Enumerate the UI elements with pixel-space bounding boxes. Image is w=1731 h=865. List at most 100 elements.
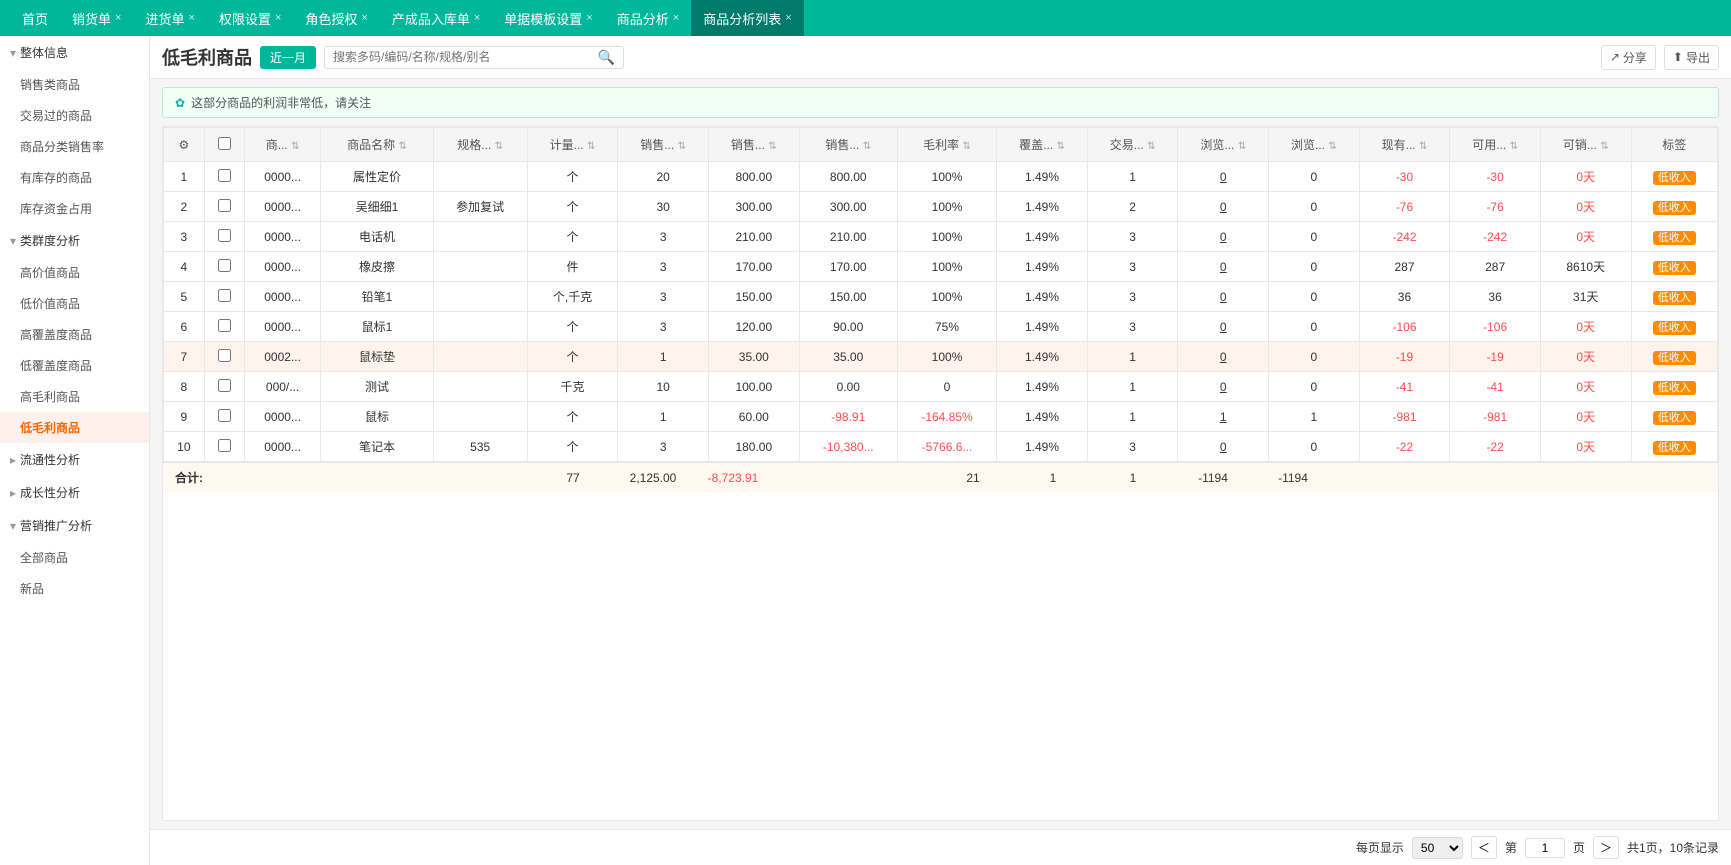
col-code[interactable]: 商... ⇅: [244, 128, 321, 162]
sidebar-group-growth[interactable]: ▸ 成长性分析: [0, 476, 149, 509]
nav-template-settings[interactable]: 单据模板设置 ×: [492, 0, 604, 36]
close-icon[interactable]: ×: [673, 12, 679, 24]
footer-browse2: 1: [1093, 471, 1173, 485]
col-current[interactable]: 现有... ⇅: [1359, 128, 1450, 162]
row-browse2: 0: [1269, 252, 1360, 282]
row-tag: 低收入: [1631, 312, 1717, 342]
col-browse1[interactable]: 浏览... ⇅: [1178, 128, 1269, 162]
select-all-checkbox[interactable]: [218, 137, 231, 150]
row-browse1[interactable]: 0: [1178, 432, 1269, 462]
nav-product-analysis-list[interactable]: 商品分析列表 ×: [691, 0, 803, 36]
row-checkbox[interactable]: [204, 312, 244, 342]
nav-home[interactable]: 首页: [10, 0, 60, 36]
row-browse2: 0: [1269, 432, 1360, 462]
row-coverage: 1.49%: [997, 342, 1088, 372]
col-unit[interactable]: 计量... ⇅: [527, 128, 618, 162]
sidebar-item-category-sales-rate[interactable]: 商品分类销售率: [0, 131, 149, 162]
col-gross-rate[interactable]: 毛利率 ⇅: [897, 128, 996, 162]
row-sales2: 180.00: [708, 432, 799, 462]
row-sales3: 800.00: [799, 162, 897, 192]
sidebar-item-new-products[interactable]: 新品: [0, 573, 149, 604]
row-sales1: 10: [618, 372, 709, 402]
row-browse1[interactable]: 1: [1178, 402, 1269, 432]
col-settings[interactable]: ⚙: [164, 128, 205, 162]
sidebar-group-marketing[interactable]: ▾ 营销推广分析: [0, 509, 149, 542]
row-sales3: 35.00: [799, 342, 897, 372]
row-checkbox[interactable]: [204, 402, 244, 432]
close-icon[interactable]: ×: [785, 12, 791, 24]
col-sales3[interactable]: 销售... ⇅: [799, 128, 897, 162]
search-input[interactable]: [333, 50, 598, 64]
col-saleable[interactable]: 可销... ⇅: [1540, 128, 1631, 162]
row-browse1[interactable]: 0: [1178, 192, 1269, 222]
sidebar-item-high-coverage[interactable]: 高覆盖度商品: [0, 319, 149, 350]
nav-role-auth[interactable]: 角色授权 ×: [293, 0, 379, 36]
row-browse1[interactable]: 0: [1178, 222, 1269, 252]
row-checkbox[interactable]: [204, 162, 244, 192]
sidebar-item-inventory-capital[interactable]: 库存资金占用: [0, 193, 149, 224]
sidebar-item-high-value[interactable]: 高价值商品: [0, 257, 149, 288]
close-icon[interactable]: ×: [188, 12, 194, 24]
sidebar-item-low-coverage[interactable]: 低覆盖度商品: [0, 350, 149, 381]
col-name[interactable]: 商品名称 ⇅: [321, 128, 433, 162]
row-name: 电话机: [321, 222, 433, 252]
row-browse1[interactable]: 0: [1178, 312, 1269, 342]
sidebar-item-traded-products[interactable]: 交易过的商品: [0, 100, 149, 131]
col-available[interactable]: 可用... ⇅: [1450, 128, 1541, 162]
sidebar-group-cluster[interactable]: ▾ 类群度分析: [0, 224, 149, 257]
nav-product-analysis[interactable]: 商品分析 ×: [605, 0, 691, 36]
time-filter-button[interactable]: 近一月: [260, 46, 316, 69]
nav-sales-order[interactable]: 销货单 ×: [60, 0, 133, 36]
close-icon[interactable]: ×: [586, 12, 592, 24]
close-icon[interactable]: ×: [361, 12, 367, 24]
row-browse1[interactable]: 0: [1178, 162, 1269, 192]
row-checkbox[interactable]: [204, 252, 244, 282]
col-spec[interactable]: 规格... ⇅: [433, 128, 527, 162]
share-button[interactable]: ↗ 分享: [1601, 45, 1656, 70]
col-sales1[interactable]: 销售... ⇅: [618, 128, 709, 162]
row-browse1[interactable]: 0: [1178, 342, 1269, 372]
sidebar-item-sales-products[interactable]: 销售类商品: [0, 69, 149, 100]
row-checkbox[interactable]: [204, 192, 244, 222]
col-tag[interactable]: 标签: [1631, 128, 1717, 162]
sidebar-group-liquidity[interactable]: ▸ 流通性分析: [0, 443, 149, 476]
col-sales2[interactable]: 销售... ⇅: [708, 128, 799, 162]
sidebar-item-in-stock[interactable]: 有库存的商品: [0, 162, 149, 193]
sidebar-item-all-products[interactable]: 全部商品: [0, 542, 149, 573]
row-browse1[interactable]: 0: [1178, 282, 1269, 312]
col-checkbox[interactable]: [204, 128, 244, 162]
row-code: 0000...: [244, 192, 321, 222]
row-checkbox[interactable]: [204, 432, 244, 462]
row-checkbox[interactable]: [204, 222, 244, 252]
row-current: -19: [1359, 342, 1450, 372]
nav-purchase-order[interactable]: 进货单 ×: [133, 0, 206, 36]
row-browse1[interactable]: 0: [1178, 372, 1269, 402]
close-icon[interactable]: ×: [115, 12, 121, 24]
export-button[interactable]: ⬆ 导出: [1664, 45, 1719, 70]
sort-icon: ⇅: [291, 141, 299, 152]
current-page-input[interactable]: [1525, 838, 1565, 858]
row-checkbox[interactable]: [204, 342, 244, 372]
sort-icon: ⇅: [963, 141, 971, 152]
close-icon[interactable]: ×: [474, 12, 480, 24]
row-spec: 参加复试: [433, 192, 527, 222]
close-icon[interactable]: ×: [275, 12, 281, 24]
row-gross-rate: 75%: [897, 312, 996, 342]
sidebar-item-low-value[interactable]: 低价值商品: [0, 288, 149, 319]
sidebar-group-overall[interactable]: ▾ 整体信息: [0, 36, 149, 69]
page-size-select[interactable]: 50 100 200: [1412, 837, 1463, 859]
nav-permission-settings[interactable]: 权限设置 ×: [207, 0, 293, 36]
sidebar-item-low-margin[interactable]: 低毛利商品: [0, 412, 149, 443]
col-browse2[interactable]: 浏览... ⇅: [1269, 128, 1360, 162]
sidebar-item-high-margin[interactable]: 高毛利商品: [0, 381, 149, 412]
prev-page-button[interactable]: ＜: [1471, 836, 1497, 859]
row-sales1: 30: [618, 192, 709, 222]
col-transaction[interactable]: 交易... ⇅: [1087, 128, 1178, 162]
next-page-button[interactable]: ＞: [1593, 836, 1619, 859]
nav-finished-goods[interactable]: 产成品入库单 ×: [380, 0, 492, 36]
row-checkbox[interactable]: [204, 372, 244, 402]
col-coverage[interactable]: 覆盖... ⇅: [997, 128, 1088, 162]
sidebar: ▾ 整体信息 销售类商品 交易过的商品 商品分类销售率 有库存的商品 库存资金占…: [0, 36, 150, 865]
row-checkbox[interactable]: [204, 282, 244, 312]
row-browse1[interactable]: 0: [1178, 252, 1269, 282]
